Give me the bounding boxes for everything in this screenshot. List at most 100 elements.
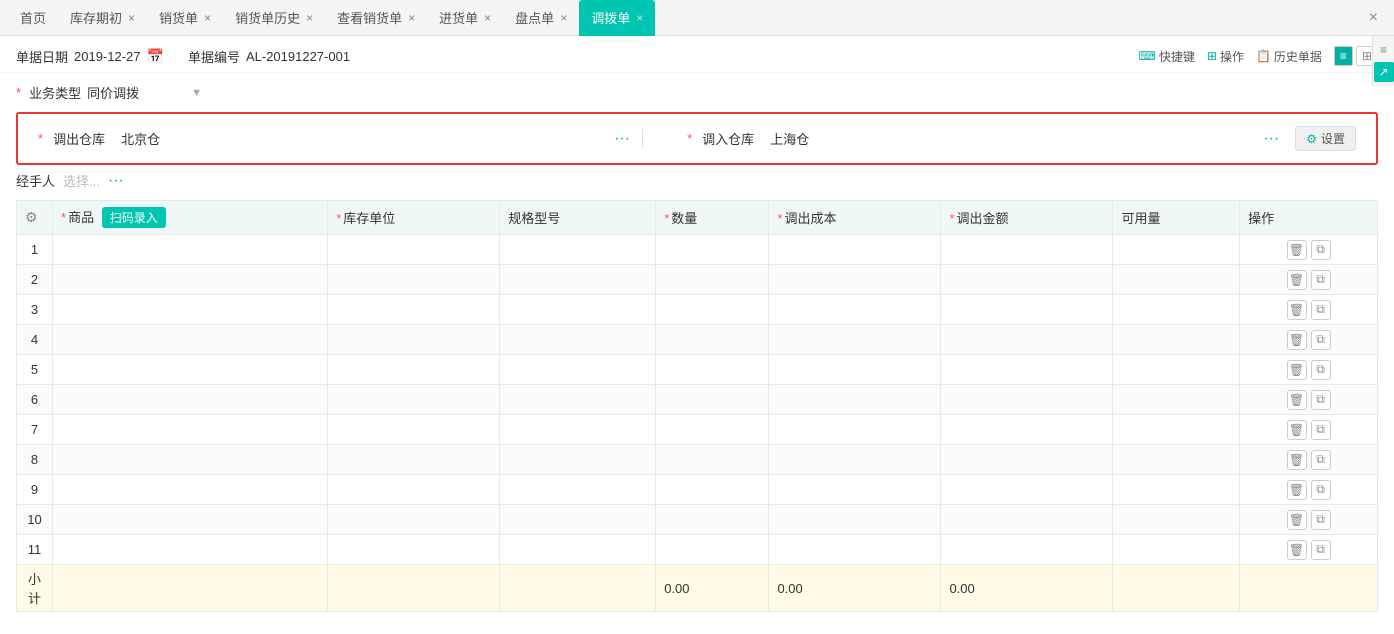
tab-close-inventory-init[interactable]: × [128, 11, 135, 25]
business-type-value: 同价调拨 [87, 83, 187, 102]
copy-row-icon[interactable]: ⧉ [1311, 450, 1331, 470]
row-product-7[interactable] [53, 415, 328, 445]
row-action-8: 🗑 ⧉ [1240, 445, 1378, 475]
delete-row-icon[interactable]: 🗑 [1287, 390, 1307, 410]
row-cost-8 [769, 445, 941, 475]
row-product-9[interactable] [53, 475, 328, 505]
copy-row-icon[interactable]: ⧉ [1311, 540, 1331, 560]
warehouse-in-more-button[interactable]: ··· [1255, 130, 1287, 148]
row-unit-1 [328, 235, 500, 265]
warehouse-in-value[interactable]: 上海仓 [770, 129, 809, 148]
row-product-2[interactable] [53, 265, 328, 295]
row-available-3 [1113, 295, 1240, 325]
copy-row-icon[interactable]: ⧉ [1311, 420, 1331, 440]
row-num-8: 8 [17, 445, 53, 475]
row-product-4[interactable] [53, 325, 328, 355]
window-close-button[interactable]: × [1361, 9, 1386, 27]
row-amount-10 [941, 505, 1113, 535]
table-row: 1 🗑 ⧉ [17, 235, 1378, 265]
date-value[interactable]: 2019-12-27 [74, 49, 141, 64]
copy-row-icon[interactable]: ⧉ [1311, 480, 1331, 500]
delete-row-icon[interactable]: 🗑 [1287, 240, 1307, 260]
row-product-11[interactable] [53, 535, 328, 565]
row-product-3[interactable] [53, 295, 328, 325]
delete-row-icon[interactable]: 🗑 [1287, 540, 1307, 560]
row-product-8[interactable] [53, 445, 328, 475]
tab-sales-order[interactable]: 销货单 × [147, 0, 223, 36]
copy-row-icon[interactable]: ⧉ [1311, 510, 1331, 530]
warehouse-out-required-star: * [38, 131, 43, 146]
tab-sales-history[interactable]: 销货单历史 × [223, 0, 325, 36]
copy-row-icon[interactable]: ⧉ [1311, 330, 1331, 350]
tab-close-purchase-order[interactable]: × [484, 11, 491, 25]
tab-close-transfer-order[interactable]: × [636, 11, 643, 25]
tab-close-view-sales[interactable]: × [408, 11, 415, 25]
delete-row-icon[interactable]: 🗑 [1287, 360, 1307, 380]
delete-row-icon[interactable]: 🗑 [1287, 450, 1307, 470]
tab-label-transfer-order: 调拨单 [591, 8, 630, 27]
shortcuts-label: 快捷键 [1159, 48, 1195, 65]
tab-home[interactable]: 首页 [8, 0, 58, 36]
row-spec-7 [500, 415, 656, 445]
warehouse-out-value[interactable]: 北京仓 [121, 129, 160, 148]
operations-button[interactable]: ⊞ 操作 [1207, 48, 1244, 65]
row-product-5[interactable] [53, 355, 328, 385]
business-type-dropdown[interactable]: 同价调拨 ▼ [87, 83, 202, 102]
row-product-10[interactable] [53, 505, 328, 535]
row-product-1[interactable] [53, 235, 328, 265]
table-row: 9 🗑 ⧉ [17, 475, 1378, 505]
col-label-action: 操作 [1248, 211, 1274, 226]
tab-inventory-init[interactable]: 库存期初 × [58, 0, 147, 36]
copy-row-icon[interactable]: ⧉ [1311, 240, 1331, 260]
tab-close-inventory-check[interactable]: × [560, 11, 567, 25]
col-header-available: 可用量 [1113, 201, 1240, 235]
row-unit-7 [328, 415, 500, 445]
tab-label-sales-order: 销货单 [159, 8, 198, 27]
handler-input[interactable]: 选择... [63, 171, 100, 190]
tab-bar: 首页 库存期初 × 销货单 × 销货单历史 × 查看销货单 × 进货单 × 盘点… [0, 0, 1394, 36]
copy-row-icon[interactable]: ⧉ [1311, 390, 1331, 410]
row-amount-5 [941, 355, 1113, 385]
panel-export-icon[interactable]: ↗ [1374, 62, 1394, 82]
col-header-settings[interactable]: ⚙ [17, 201, 53, 235]
row-amount-11 [941, 535, 1113, 565]
table-row: 6 🗑 ⧉ [17, 385, 1378, 415]
col-label-amount: 调出金额 [957, 211, 1009, 226]
calendar-icon[interactable]: 📅 [147, 48, 164, 65]
table-settings-icon[interactable]: ⚙ [25, 209, 38, 225]
row-available-4 [1113, 325, 1240, 355]
shortcuts-button[interactable]: ⌨ 快捷键 [1139, 48, 1195, 65]
row-action-7: 🗑 ⧉ [1240, 415, 1378, 445]
col-header-qty: *数量 [656, 201, 769, 235]
warehouse-out-more-button[interactable]: ··· [606, 130, 638, 148]
tab-purchase-order[interactable]: 进货单 × [427, 0, 503, 36]
tab-close-sales-order[interactable]: × [204, 11, 211, 25]
copy-row-icon[interactable]: ⧉ [1311, 360, 1331, 380]
row-available-9 [1113, 475, 1240, 505]
col-label-unit: 库存单位 [343, 211, 395, 226]
settings-button[interactable]: ⚙ 设置 [1295, 126, 1356, 151]
delete-row-icon[interactable]: 🗑 [1287, 420, 1307, 440]
tab-close-sales-history[interactable]: × [306, 11, 313, 25]
delete-row-icon[interactable]: 🗑 [1287, 300, 1307, 320]
delete-row-icon[interactable]: 🗑 [1287, 270, 1307, 290]
col-label-product: 商品 [68, 210, 94, 225]
delete-row-icon[interactable]: 🗑 [1287, 480, 1307, 500]
panel-list-icon[interactable]: ≡ [1374, 40, 1394, 60]
col-label-cost: 调出成本 [785, 211, 837, 226]
delete-row-icon[interactable]: 🗑 [1287, 330, 1307, 350]
history-button[interactable]: 📋 历史单据 [1256, 48, 1322, 65]
list-view-button[interactable]: ≡ [1334, 46, 1353, 66]
row-action-11: 🗑 ⧉ [1240, 535, 1378, 565]
tab-inventory-check[interactable]: 盘点单 × [503, 0, 579, 36]
copy-row-icon[interactable]: ⧉ [1311, 300, 1331, 320]
row-available-10 [1113, 505, 1240, 535]
tab-label-sales-history: 销货单历史 [235, 8, 300, 27]
tab-transfer-order[interactable]: 调拨单 × [579, 0, 655, 36]
tab-view-sales[interactable]: 查看销货单 × [325, 0, 427, 36]
scan-button[interactable]: 扫码录入 [102, 207, 166, 228]
copy-row-icon[interactable]: ⧉ [1311, 270, 1331, 290]
handler-more-button[interactable]: ··· [108, 172, 124, 190]
row-product-6[interactable] [53, 385, 328, 415]
delete-row-icon[interactable]: 🗑 [1287, 510, 1307, 530]
